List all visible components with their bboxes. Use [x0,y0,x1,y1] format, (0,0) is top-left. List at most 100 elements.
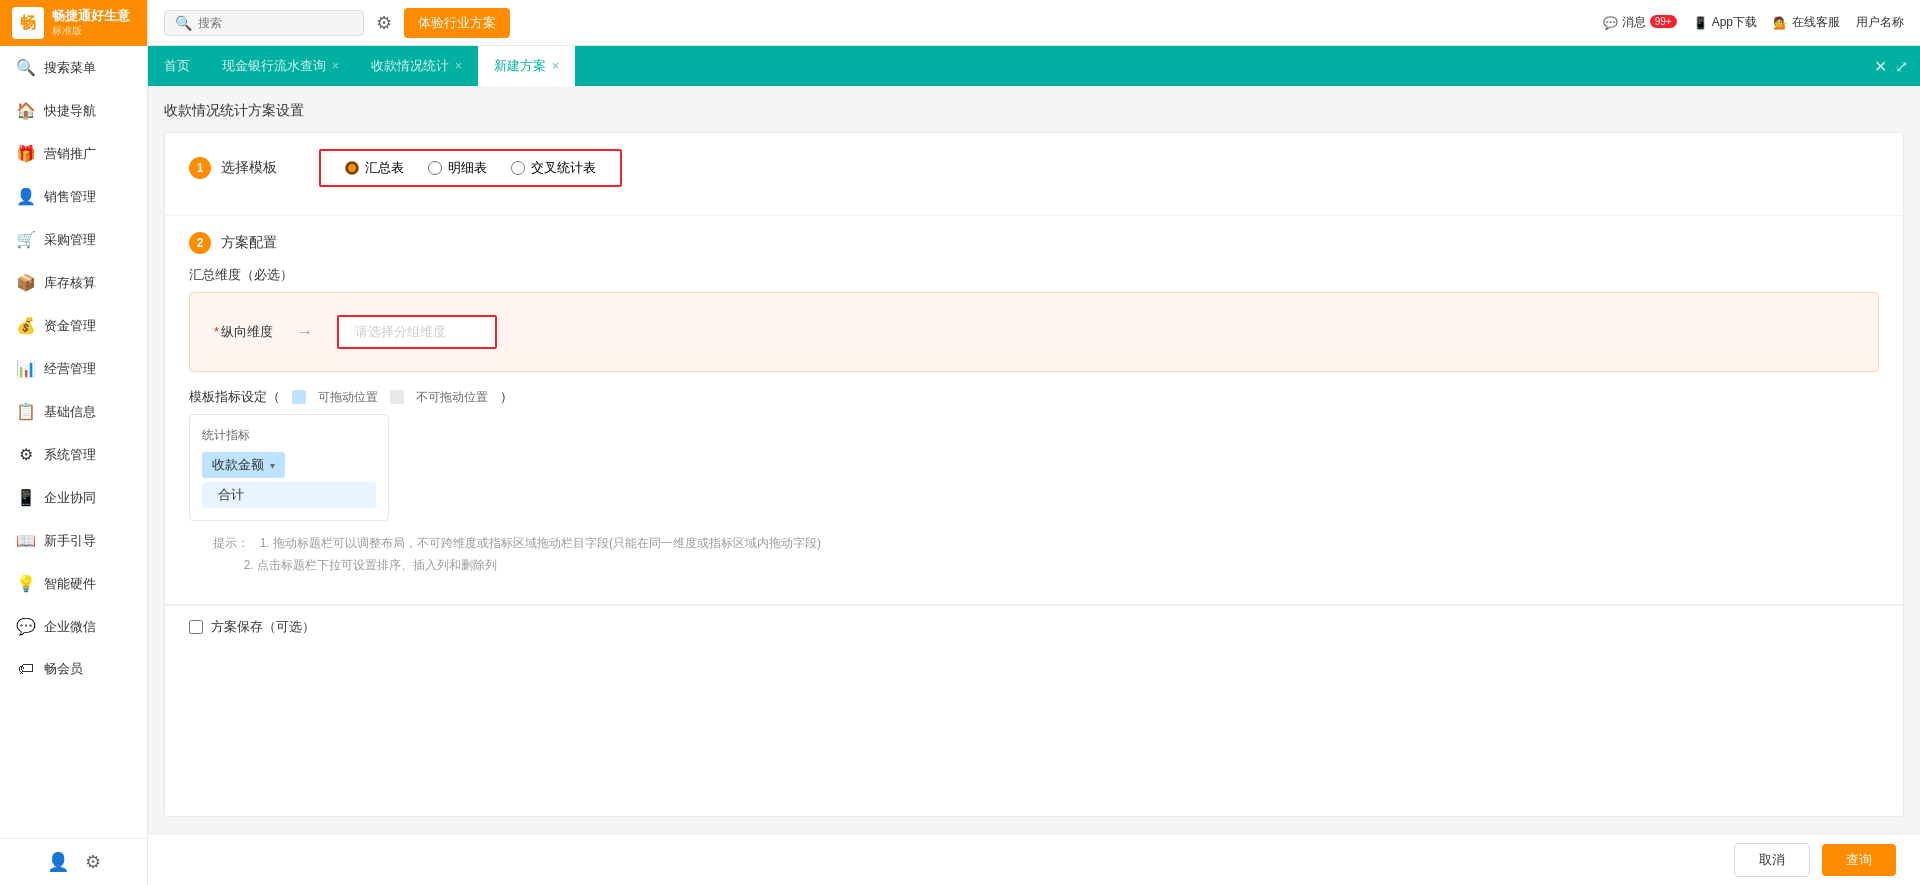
metrics-setting-close-paren: ） [500,388,513,406]
footer-bar: 取消 查询 [148,833,1920,885]
query-button[interactable]: 查询 [1822,844,1896,876]
tip-text-1: 1. 拖动标题栏可以调整布局，不可跨维度或指标区域拖动栏目字段(只能在同一维度或… [260,533,821,555]
tab-bank-flow[interactable]: 现金银行流水查询 × [206,46,355,86]
sidebar-item-label: 销售管理 [44,188,96,206]
member-icon: 🏷 [16,660,36,678]
logo-badge: 标准版 [52,24,130,38]
sidebar-item-search-menu[interactable]: 🔍 搜索菜单 [0,46,147,89]
search-input[interactable] [198,16,328,30]
sidebar-item-quick-nav[interactable]: 🏠 快捷导航 [0,89,147,132]
marketing-icon: 🎁 [16,144,36,163]
save-checkbox[interactable] [189,620,203,634]
sidebar-item-corp-wechat[interactable]: 💬 企业微信 [0,605,147,648]
metrics-section: 模板指标设定（ 可拖动位置 不可拖动位置 ） 统计指标 收款金额 [189,388,1879,521]
dimension-arrow-icon: → [297,323,313,341]
sidebar-item-smart-hw[interactable]: 💡 智能硬件 [0,562,147,605]
close-window-icon[interactable]: ✕ [1874,57,1887,76]
corp-wechat-icon: 💬 [16,617,36,636]
smart-hw-icon: 💡 [16,574,36,593]
download-button[interactable]: 📱 App下载 [1693,14,1757,31]
search-bar[interactable]: 🔍 [164,10,364,36]
tab-bank-flow-close[interactable]: × [332,59,339,73]
sys-manage-icon: ⚙ [16,445,36,464]
sidebar-item-collab[interactable]: 📱 企业协同 [0,476,147,519]
tab-new-plan-label: 新建方案 [494,57,546,75]
step1-title: 选择模板 [221,159,277,177]
sidebar-item-sales[interactable]: 👤 销售管理 [0,175,147,218]
save-section: 方案保存（可选） [165,605,1903,648]
tab-collect-stat[interactable]: 收款情况统计 × [355,46,478,86]
top-header: 🔍 ⚙ 体验行业方案 💬 消息 99+ 📱 App下载 💁 在线客服 用户名称 [148,0,1920,46]
sidebar-item-basic-info[interactable]: 📋 基础信息 [0,390,147,433]
radio-summary[interactable]: 汇总表 [345,159,404,177]
radio-detail-input[interactable] [428,161,442,175]
template-select-box: 汇总表 明细表 交叉统计表 [319,149,622,187]
sidebar-item-label: 新手引导 [44,532,96,550]
quick-nav-icon: 🏠 [16,101,36,120]
sidebar-footer: 👤 ⚙ [0,838,147,885]
page-content: 收款情况统计方案设置 1 选择模板 汇总表 明细表 [148,86,1920,833]
gear-button[interactable]: ⚙ [376,12,392,34]
trial-button[interactable]: 体验行业方案 [404,8,510,38]
sidebar-item-label: 系统管理 [44,446,96,464]
sidebar-item-new-guide[interactable]: 📖 新手引导 [0,519,147,562]
sidebar-item-member[interactable]: 🏷 畅会员 [0,648,147,690]
draggable-label: 可拖动位置 [318,389,378,406]
sales-icon: 👤 [16,187,36,206]
tips-section: 提示： 1. 拖动标题栏可以调整布局，不可跨维度或指标区域拖动栏目字段(只能在同… [189,521,1879,588]
message-button[interactable]: 💬 消息 99+ [1603,14,1677,31]
sidebar-footer-settings[interactable]: ⚙ [85,851,101,873]
page-title: 收款情况统计方案设置 [164,102,1904,120]
tip-line-2: 2. 点击标题栏下拉可设置排序、插入列和删除列 [213,555,1855,577]
basic-info-icon: 📋 [16,402,36,421]
sidebar: 畅 畅捷通好生意 标准版 🔍 搜索菜单 🏠 快捷导航 🎁 营销推广 👤 销售管理… [0,0,148,885]
sidebar-item-funds[interactable]: 💰 资金管理 [0,304,147,347]
step2-number: 2 [189,232,211,254]
tip-prefix: 提示： [213,533,256,555]
metric-tag-amount[interactable]: 收款金额 ▾ [202,452,285,478]
tab-collect-stat-close[interactable]: × [455,59,462,73]
step2-header: 2 方案配置 [189,232,1879,254]
maximize-window-icon[interactable]: ⤢ [1895,57,1908,76]
sidebar-item-purchase[interactable]: 🛒 采购管理 [0,218,147,261]
service-label: 在线客服 [1792,14,1840,31]
tab-home[interactable]: 首页 [148,46,206,86]
sidebar-logo: 畅 畅捷通好生意 标准版 [0,0,147,46]
cancel-button[interactable]: 取消 [1734,843,1810,877]
radio-cross[interactable]: 交叉统计表 [511,159,596,177]
sidebar-item-marketing[interactable]: 🎁 营销推广 [0,132,147,175]
tab-new-plan[interactable]: 新建方案 × [478,46,575,86]
dimension-placeholder: 请选择分组维度 [355,323,446,341]
download-label: App下载 [1712,14,1757,31]
non-draggable-label: 不可拖动位置 [416,389,488,406]
search-menu-icon: 🔍 [16,58,36,77]
sidebar-item-label: 资金管理 [44,317,96,335]
summary-dim-title: 汇总维度（必选） [189,266,1879,284]
sidebar-item-operations[interactable]: 📊 经营管理 [0,347,147,390]
sidebar-item-label: 企业协同 [44,489,96,507]
sidebar-item-label: 营销推广 [44,145,96,163]
sidebar-item-sys-manage[interactable]: ⚙ 系统管理 [0,433,147,476]
radio-summary-input[interactable] [345,161,359,175]
sidebar-item-label: 快捷导航 [44,102,96,120]
dimension-area: *纵向维度 → 请选择分组维度 [189,292,1879,372]
radio-detail[interactable]: 明细表 [428,159,487,177]
sidebar-item-label: 畅会员 [44,660,83,678]
sidebar-footer-user[interactable]: 👤 [47,851,69,873]
message-badge: 99+ [1650,15,1677,28]
metric-tag-amount-label: 收款金额 [212,456,264,474]
draggable-dot-icon [292,390,306,404]
step2-content: 汇总维度（必选） *纵向维度 → 请选择分组维度 模板指标设定（ [189,266,1879,588]
sidebar-item-label: 库存核算 [44,274,96,292]
tab-bank-flow-label: 现金银行流水查询 [222,57,326,75]
sidebar-item-inventory[interactable]: 📦 库存核算 [0,261,147,304]
metric-tag-row: 收款金额 ▾ [202,452,376,478]
tab-bar: 首页 现金银行流水查询 × 收款情况统计 × 新建方案 × ✕ ⤢ [148,46,1920,86]
tab-new-plan-close[interactable]: × [552,59,559,73]
radio-cross-input[interactable] [511,161,525,175]
dimension-select-box[interactable]: 请选择分组维度 [337,315,497,349]
service-button[interactable]: 💁 在线客服 [1773,14,1840,31]
step1-number: 1 [189,157,211,179]
metrics-setting-label: 模板指标设定（ [189,388,280,406]
username-label[interactable]: 用户名称 [1856,14,1904,31]
